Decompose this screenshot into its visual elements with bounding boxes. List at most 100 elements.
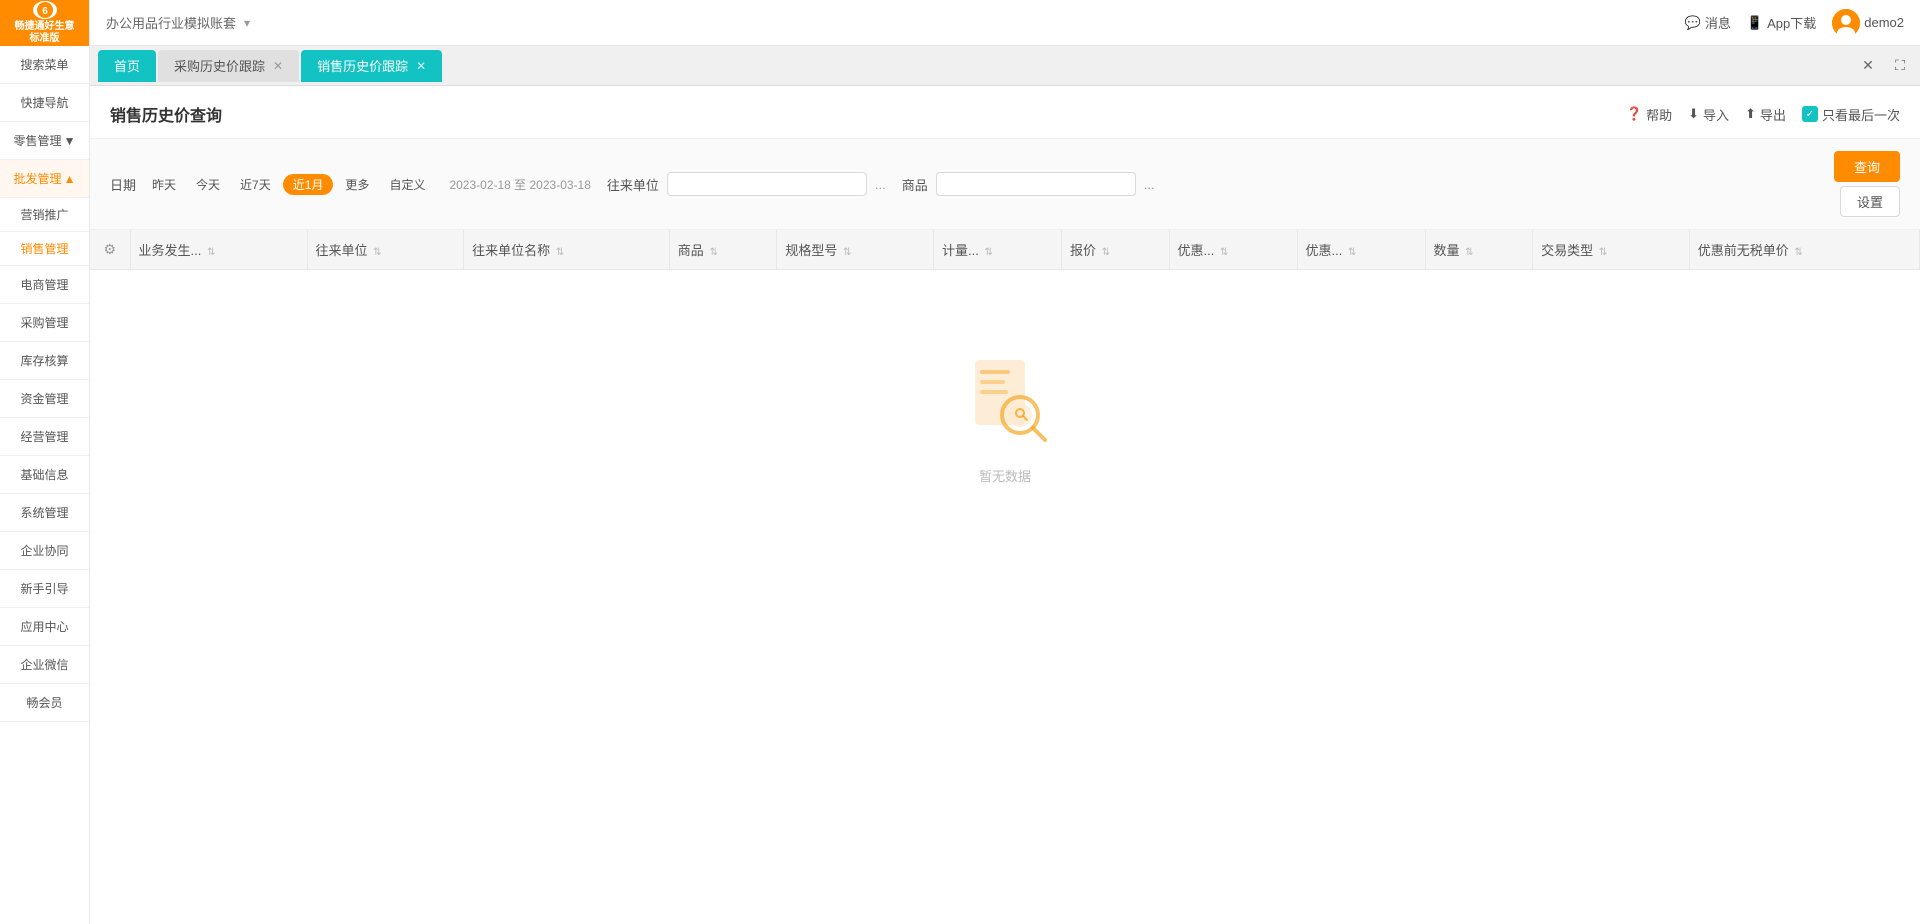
goods-sort-icon: ⇅ <box>709 247 717 258</box>
wholesale-label: 批发管理 <box>14 170 62 187</box>
sidebar-item-basic[interactable]: 基础信息 <box>0 456 89 494</box>
tabs-bar: 首页 采购历史价跟踪 ✕ 销售历史价跟踪 ✕ ✕ ⛶ <box>90 46 1920 86</box>
username: demo2 <box>1864 15 1904 30</box>
date-btn-7days[interactable]: 近7天 <box>232 174 279 195</box>
unit-code-column-header[interactable]: 往来单位 ⇅ <box>307 230 464 270</box>
sidebar-item-operation[interactable]: 经营管理 <box>0 418 89 456</box>
retail-label: 零售管理 <box>14 132 62 149</box>
date-btn-custom[interactable]: 自定义 <box>381 174 433 195</box>
sidebar-item-member[interactable]: 畅会员 <box>0 684 89 722</box>
sidebar-item-apps[interactable]: 应用中心 <box>0 608 89 646</box>
sidebar-item-inventory[interactable]: 库存核算 <box>0 342 89 380</box>
app-subtitle: 标准版 <box>30 33 60 45</box>
tab-purchase-history[interactable]: 采购历史价跟踪 ✕ <box>158 50 299 82</box>
tab-close-all-button[interactable]: ✕ <box>1856 54 1880 78</box>
sidebar-item-system[interactable]: 系统管理 <box>0 494 89 532</box>
quote-column-header[interactable]: 报价 ⇅ <box>1061 230 1169 270</box>
spec-column-header[interactable]: 规格型号 ⇅ <box>777 230 934 270</box>
topbar-left: 办公用品行业模拟账套 ▾ <box>106 13 250 32</box>
trade-type-column-header[interactable]: 交易类型 ⇅ <box>1533 230 1690 270</box>
app-name: 畅捷通好生意 <box>15 21 75 33</box>
tab-sales-history[interactable]: 销售历史价跟踪 ✕ <box>301 50 442 82</box>
date-btn-more[interactable]: 更多 <box>337 174 377 195</box>
sidebar-item-ecommerce[interactable]: 电商管理 <box>0 266 89 304</box>
pre-tax-column-header[interactable]: 优惠前无税单价 ⇅ <box>1689 230 1919 270</box>
empty-illustration <box>955 350 1055 450</box>
date-range-display: 2023-02-18 至 2023-03-18 <box>449 176 590 193</box>
unit-code-sort-icon: ⇅ <box>373 247 381 258</box>
user-menu[interactable]: demo2 <box>1832 9 1904 37</box>
supplier-filter-group: 往来单位 ... <box>607 172 886 196</box>
date-btn-1month[interactable]: 近1月 <box>283 174 334 195</box>
sidebar-item-wholesale[interactable]: 批发管理 ▲ <box>0 160 89 198</box>
date-label: 日期 <box>110 175 136 194</box>
sidebar-item-purchase[interactable]: 采购管理 <box>0 304 89 342</box>
discount1-column-header[interactable]: 优惠... ⇅ <box>1169 230 1297 270</box>
sidebar-item-shortcut[interactable]: 快捷导航 <box>0 84 89 122</box>
import-button[interactable]: ⬇ 导入 <box>1688 105 1729 124</box>
query-button[interactable]: 查询 <box>1834 151 1900 182</box>
pre-tax-sort-icon: ⇅ <box>1794 247 1802 258</box>
goods-input[interactable] <box>936 172 1136 196</box>
download-label: App下载 <box>1767 13 1816 32</box>
supplier-dots[interactable]: ... <box>875 177 886 192</box>
filter-actions: 查询 设置 <box>1834 151 1900 217</box>
svg-text:6: 6 <box>42 6 48 17</box>
unit-code-header-label: 往来单位 <box>316 243 368 258</box>
sidebar-item-retail[interactable]: 零售管理 ▼ <box>0 122 89 160</box>
date-btn-today[interactable]: 今天 <box>188 174 228 195</box>
page-header: 销售历史价查询 ❓ 帮助 ⬇ 导入 ⬆ 导出 ✓ 只看最后一次 <box>90 86 1920 139</box>
shortcut-label: 快捷导航 <box>20 96 68 110</box>
date-btn-yesterday[interactable]: 昨天 <box>144 174 184 195</box>
date-buttons: 昨天 今天 近7天 近1月 更多 自定义 <box>144 174 433 195</box>
app-download-button[interactable]: 📱 App下载 <box>1747 13 1816 32</box>
tab-maximize-button[interactable]: ⛶ <box>1888 54 1912 78</box>
sidebar-item-search[interactable]: 搜索菜单 <box>0 46 89 84</box>
setting-button[interactable]: 设置 <box>1840 186 1900 217</box>
discount2-sort-icon: ⇅ <box>1348 247 1356 258</box>
spec-sort-icon: ⇅ <box>843 247 851 258</box>
message-button[interactable]: 💬 消息 <box>1685 13 1731 32</box>
quantity-column-header[interactable]: 数量 ⇅ <box>1425 230 1533 270</box>
page-header-actions: ❓ 帮助 ⬇ 导入 ⬆ 导出 ✓ 只看最后一次 <box>1626 105 1900 124</box>
supplier-label: 往来单位 <box>607 175 659 194</box>
sidebar-item-marketing[interactable]: 营销推广 <box>0 198 89 232</box>
sales-history-tab-close[interactable]: ✕ <box>416 60 426 72</box>
sidebar-item-sales[interactable]: 销售管理 <box>0 232 89 266</box>
settings-column-header: ⚙ <box>90 230 130 270</box>
sidebar: 6 畅捷通好生意 标准版 搜索菜单 快捷导航 零售管理 ▼ 批发管理 ▲ 营销推… <box>0 0 90 924</box>
purchase-history-tab-close[interactable]: ✕ <box>273 60 283 72</box>
unit-sort-icon: ⇅ <box>984 247 992 258</box>
unit-name-column-header[interactable]: 往来单位名称 ⇅ <box>464 230 670 270</box>
supplier-input[interactable] <box>667 172 867 196</box>
table-container: ⚙ 业务发生... ⇅ 往来单位 ⇅ 往来单位名称 ⇅ <box>90 230 1920 565</box>
goods-dots[interactable]: ... <box>1144 177 1155 192</box>
sidebar-item-wechat[interactable]: 企业微信 <box>0 646 89 684</box>
help-button[interactable]: ❓ 帮助 <box>1626 105 1672 124</box>
quantity-header-label: 数量 <box>1434 243 1460 258</box>
unit-column-header[interactable]: 计量... ⇅ <box>933 230 1061 270</box>
gear-icon[interactable]: ⚙ <box>103 241 116 257</box>
data-table: ⚙ 业务发生... ⇅ 往来单位 ⇅ 往来单位名称 ⇅ <box>90 230 1920 270</box>
only-last-checkbox[interactable]: ✓ <box>1802 106 1818 122</box>
only-last-label: 只看最后一次 <box>1822 105 1900 124</box>
discount1-sort-icon: ⇅ <box>1220 247 1228 258</box>
goods-column-header[interactable]: 商品 ⇅ <box>669 230 777 270</box>
download-icon: 📱 <box>1747 15 1763 31</box>
trade-type-sort-icon: ⇅ <box>1599 247 1607 258</box>
topbar-dropdown-icon[interactable]: ▾ <box>244 16 250 30</box>
topbar-right: 💬 消息 📱 App下载 demo2 <box>1685 9 1904 37</box>
biz-date-column-header[interactable]: 业务发生... ⇅ <box>130 230 307 270</box>
sidebar-item-newbie[interactable]: 新手引导 <box>0 570 89 608</box>
discount2-column-header[interactable]: 优惠... ⇅ <box>1297 230 1425 270</box>
sidebar-item-enterprise[interactable]: 企业协同 <box>0 532 89 570</box>
tab-home[interactable]: 首页 <box>98 50 156 82</box>
quote-header-label: 报价 <box>1070 243 1096 258</box>
sales-history-tab-label: 销售历史价跟踪 <box>317 56 408 75</box>
purchase-history-tab-label: 采购历史价跟踪 <box>174 56 265 75</box>
main-area: 办公用品行业模拟账套 ▾ 💬 消息 📱 App下载 de <box>90 0 1920 924</box>
unit-name-header-label: 往来单位名称 <box>472 243 550 258</box>
sidebar-item-finance[interactable]: 资金管理 <box>0 380 89 418</box>
discount1-header-label: 优惠... <box>1178 243 1215 258</box>
export-button[interactable]: ⬆ 导出 <box>1745 105 1786 124</box>
